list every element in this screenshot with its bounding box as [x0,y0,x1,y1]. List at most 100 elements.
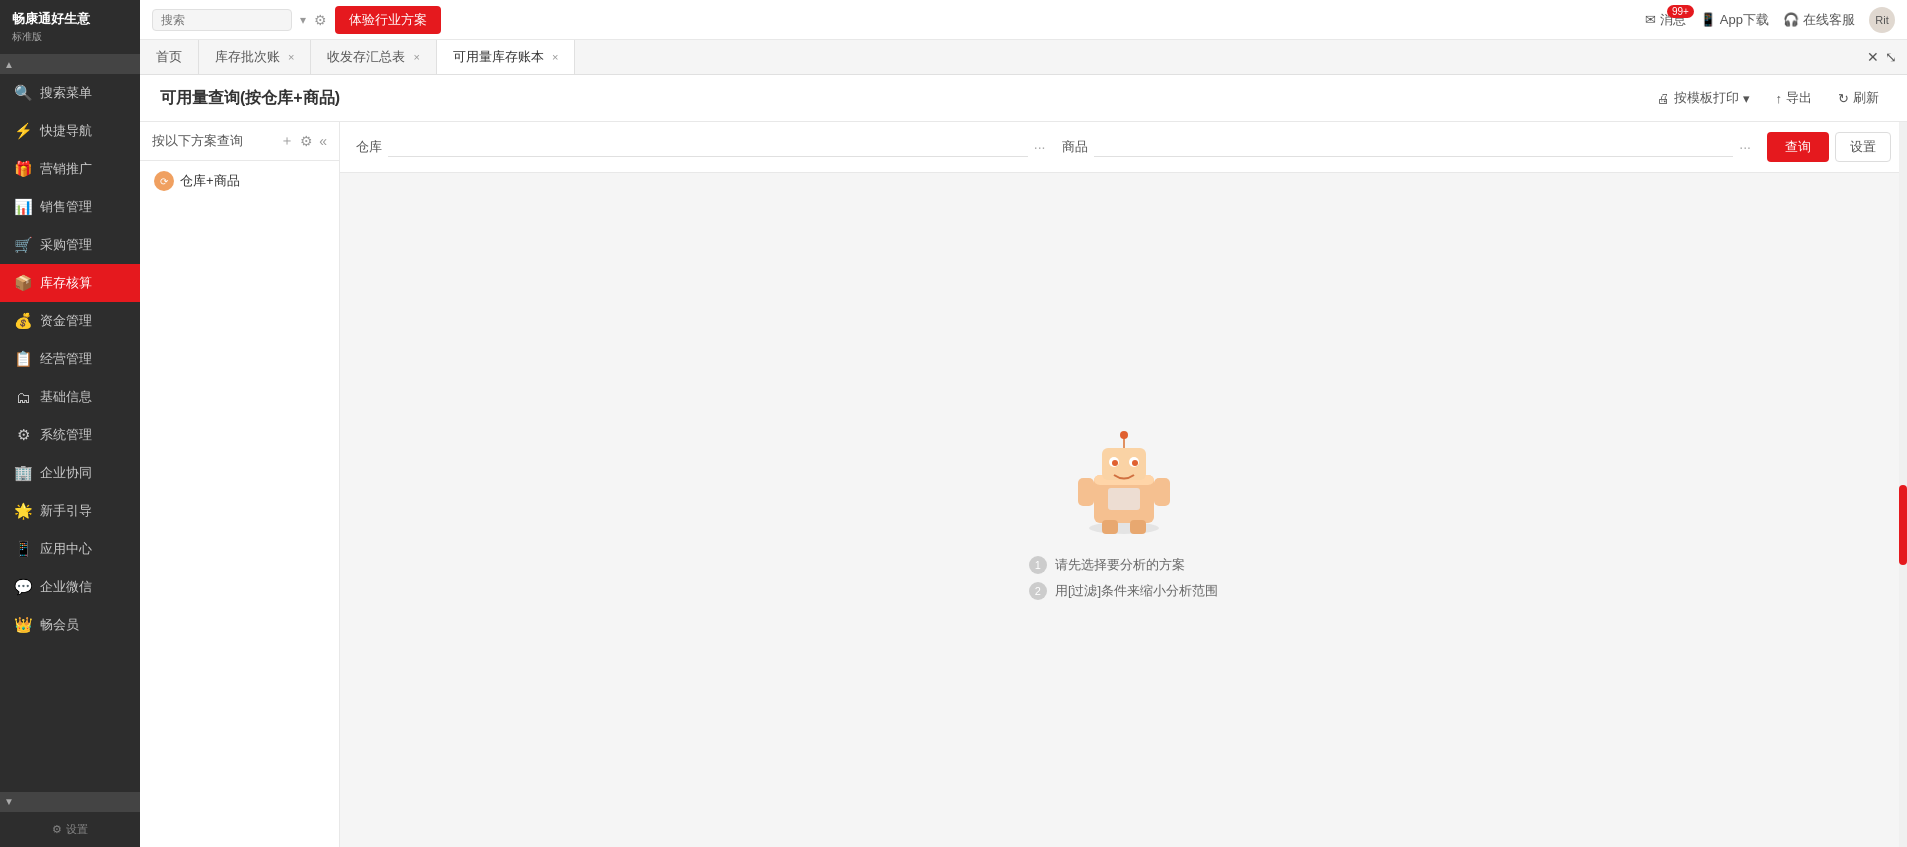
page-actions: 🖨 按模板打印 ▾ ↑ 导出 ↻ 刷新 [1649,85,1888,111]
sidebar-scroll-up[interactable]: ▲ [0,55,140,74]
sidebar-footer: ⚙ 设置 [0,811,140,847]
sidebar-item-sales[interactable]: 📊 销售管理 [0,188,140,226]
tabs-expand-btn[interactable]: ⤡ [1885,49,1897,65]
sidebar-item-inventory[interactable]: 📦 库存核算 [0,264,140,302]
sidebar: 畅康通好生意 标准版 ▲ 🔍 搜索菜单 ⚡ 快捷导航 🎁 营销推广 📊 销售管理… [0,0,140,847]
sidebar-item-enterprise[interactable]: 🏢 企业协同 [0,454,140,492]
tab-home[interactable]: 首页 [140,40,199,74]
scheme-warehouse-goods[interactable]: ⟳ 仓库+商品 [140,161,339,201]
wechat-icon: 💬 [14,578,32,596]
tabs-close-all-btn[interactable]: ✕ [1867,49,1879,65]
add-scheme-btn[interactable]: ＋ [280,132,294,150]
appstore-icon: 📱 [14,540,32,558]
tab-available-qty[interactable]: 可用量库存账本 × [437,40,575,74]
brand-name: 畅康通好生意 [12,10,128,28]
operation-icon: 📋 [14,350,32,368]
sidebar-item-purchase[interactable]: 🛒 采购管理 [0,226,140,264]
warehouse-filter-input[interactable] [388,137,1028,157]
purchase-icon: 🛒 [14,236,32,254]
sidebar-item-quick[interactable]: ⚡ 快捷导航 [0,112,140,150]
tab-available-qty-close-icon[interactable]: × [552,51,558,63]
tab-inventory-summary-close-icon[interactable]: × [413,51,419,63]
tab-batch-close-icon[interactable]: × [288,51,294,63]
svg-point-6 [1112,460,1118,466]
step2-num: 2 [1029,582,1047,600]
export-btn[interactable]: ↑ 导出 [1768,85,1821,111]
member-icon: 👑 [14,616,32,634]
sidebar-item-member[interactable]: 👑 畅会员 [0,606,140,644]
collapse-panel-btn[interactable]: « [319,132,327,150]
tab-batch[interactable]: 库存批次账 × [199,40,311,74]
svg-rect-11 [1130,520,1146,534]
sidebar-item-finance[interactable]: 💰 资金管理 [0,302,140,340]
svg-point-13 [1120,431,1128,439]
filter-actions: 查询 设置 [1767,132,1891,162]
settings-scheme-btn[interactable]: ⚙ [300,132,313,150]
quick-icon: ⚡ [14,122,32,140]
scrollbar-thumb[interactable] [1899,485,1907,565]
svg-point-0 [1089,522,1159,534]
svg-rect-3 [1102,448,1146,480]
empty-step2: 2 用[过滤]条件来缩小分析范围 [1029,582,1218,600]
goods-filter-more-icon[interactable]: ··· [1739,139,1751,155]
message-badge: 99+ [1667,5,1694,18]
sidebar-item-wechat[interactable]: 💬 企业微信 [0,568,140,606]
step1-num: 1 [1029,556,1047,574]
sidebar-scroll-down[interactable]: ▼ [0,792,140,811]
svg-rect-10 [1102,520,1118,534]
left-panel-header: 按以下方案查询 ＋ ⚙ « [140,122,339,161]
sidebar-item-search[interactable]: 🔍 搜索菜单 [0,74,140,112]
tabs-bar: 首页 库存批次账 × 收发存汇总表 × 可用量库存账本 × ✕ ⤡ [140,40,1907,75]
svg-point-7 [1132,460,1138,466]
query-btn[interactable]: 查询 [1767,132,1829,162]
sidebar-header: 畅康通好生意 标准版 [0,0,140,55]
refresh-icon: ↻ [1838,91,1849,106]
print-template-btn[interactable]: 🖨 按模板打印 ▾ [1649,85,1758,111]
dropdown-chevron-icon[interactable]: ▾ [300,13,306,27]
left-panel: 按以下方案查询 ＋ ⚙ « ⟳ 仓库+商品 [140,122,340,847]
page-title: 可用量查询(按仓库+商品) [160,88,340,109]
goods-filter-input[interactable] [1094,137,1734,157]
finance-icon: 💰 [14,312,32,330]
sidebar-item-system[interactable]: ⚙ 系统管理 [0,416,140,454]
message-icon: ✉ [1645,12,1656,27]
scheme-icon: ⟳ [154,171,174,191]
sidebar-item-marketing[interactable]: 🎁 营销推广 [0,150,140,188]
gear-icon[interactable]: ⚙ [314,12,327,28]
svg-rect-9 [1154,478,1170,506]
refresh-btn[interactable]: ↻ 刷新 [1830,85,1887,111]
robot-svg [1064,420,1184,540]
content-area: 按以下方案查询 ＋ ⚙ « ⟳ 仓库+商品 仓库 ··· [140,122,1907,847]
sidebar-item-appstore[interactable]: 📱 应用中心 [0,530,140,568]
sidebar-item-operation[interactable]: 📋 经营管理 [0,340,140,378]
sidebar-item-base[interactable]: 🗂 基础信息 [0,378,140,416]
user-avatar-btn[interactable]: Rit [1869,7,1895,33]
empty-step1: 1 请先选择要分析的方案 [1029,556,1218,574]
print-dropdown-icon: ▾ [1743,91,1750,106]
goods-filter-label: 商品 [1062,138,1088,156]
tab-inventory-summary[interactable]: 收发存汇总表 × [311,40,436,74]
online-service-btn[interactable]: 🎧 在线客服 [1783,11,1855,29]
marketing-icon: 🎁 [14,160,32,178]
base-icon: 🗂 [14,389,32,406]
search-icon: 🔍 [14,84,32,102]
warehouse-filter-label: 仓库 [356,138,382,156]
trial-btn[interactable]: 体验行业方案 [335,6,441,34]
headset-icon: 🎧 [1783,12,1799,27]
topbar-search-input[interactable] [152,9,292,31]
message-btn[interactable]: ✉ 消息 99+ [1645,11,1686,29]
filter-row: 仓库 ··· 商品 ··· 查询 设置 [340,122,1907,173]
warehouse-filter-more-icon[interactable]: ··· [1034,139,1046,155]
system-icon: ⚙ [14,426,32,444]
sidebar-item-newguide[interactable]: 🌟 新手引导 [0,492,140,530]
topbar: ▾ ⚙ 体验行业方案 ✉ 消息 99+ 📱 App下载 🎧 在线客服 Rit [140,0,1907,40]
settings-btn[interactable]: 设置 [1835,132,1891,162]
app-download-btn[interactable]: 📱 App下载 [1700,11,1769,29]
tabs-actions: ✕ ⤡ [1867,49,1907,65]
empty-state: 1 请先选择要分析的方案 2 用[过滤]条件来缩小分析范围 [340,173,1907,847]
empty-text: 1 请先选择要分析的方案 2 用[过滤]条件来缩小分析范围 [1029,556,1218,600]
svg-rect-8 [1078,478,1094,506]
svg-rect-14 [1108,488,1140,510]
page-header: 可用量查询(按仓库+商品) 🖨 按模板打印 ▾ ↑ 导出 ↻ 刷新 [140,75,1907,122]
right-scrollbar [1899,122,1907,847]
